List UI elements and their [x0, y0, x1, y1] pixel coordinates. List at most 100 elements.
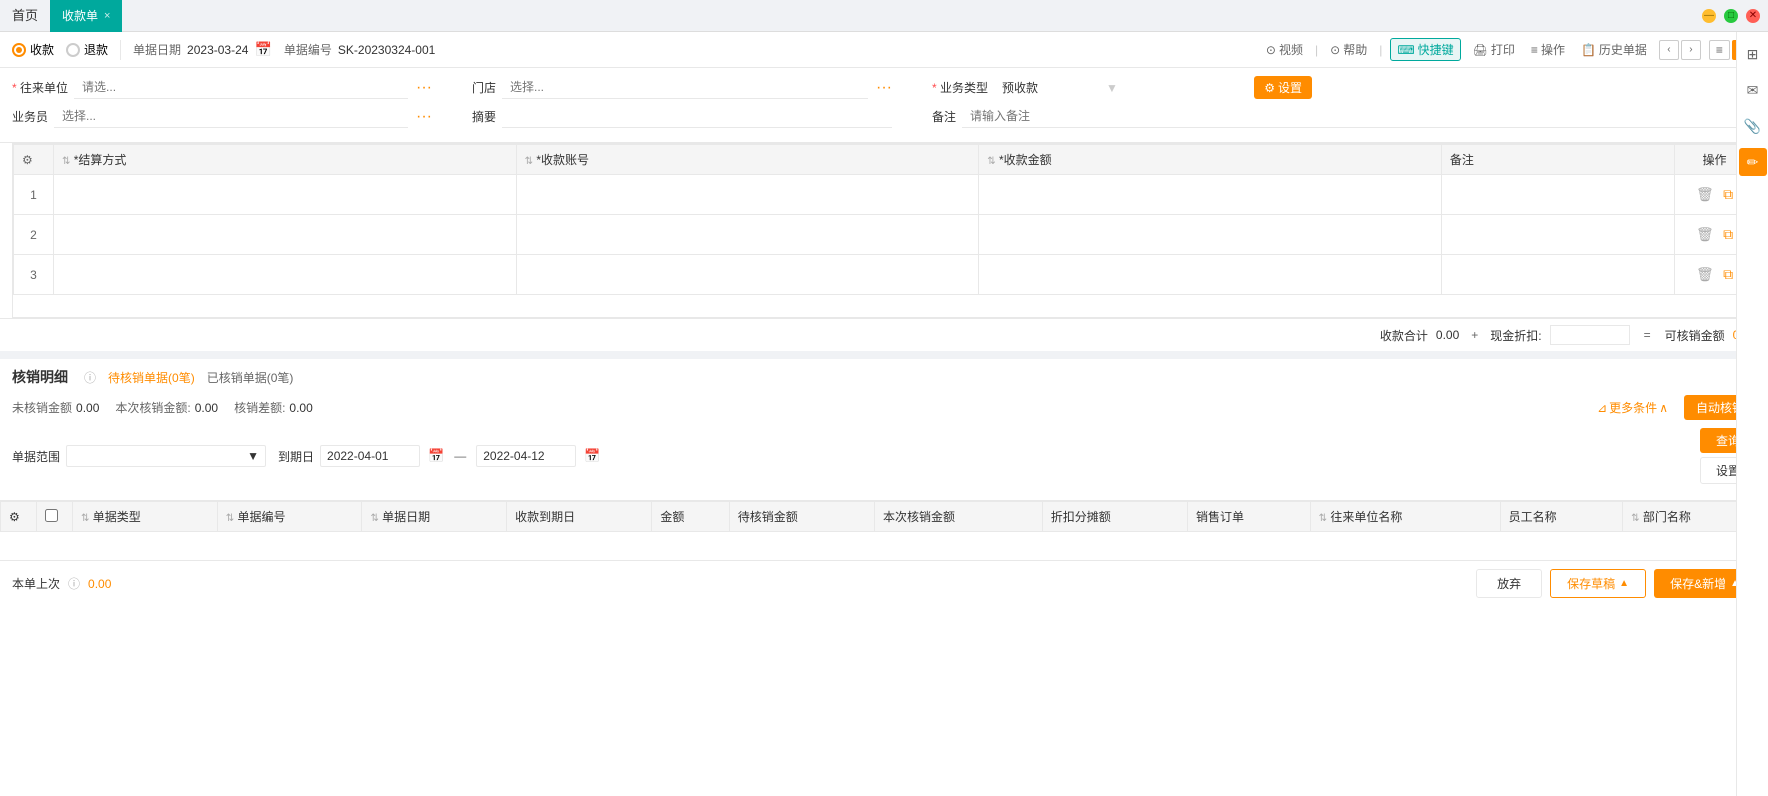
- table-gear-icon[interactable]: ⚙: [22, 153, 33, 167]
- row-delete-icon[interactable]: 🗑: [1696, 266, 1714, 282]
- next-btn[interactable]: ›: [1681, 40, 1701, 60]
- row-account[interactable]: [516, 215, 979, 255]
- filter-row: 单据范围 ▼ 到期日 📅 — 📅 查询 设置: [12, 428, 1756, 484]
- tab-receipt[interactable]: 收款单 ×: [50, 0, 122, 32]
- form-row-2: 业务员 ··· 摘要 备注: [12, 105, 1756, 128]
- select-all-checkbox[interactable]: [45, 509, 58, 522]
- row-settle[interactable]: [54, 255, 517, 295]
- shop-input-box[interactable]: [502, 76, 868, 99]
- row-amount[interactable]: [979, 215, 1442, 255]
- help-icon: ⊙: [1330, 43, 1340, 57]
- discount-input[interactable]: [1550, 325, 1630, 345]
- date-from-input[interactable]: [320, 445, 420, 467]
- writeoff-header: 核销明细 ⓘ 待核销单据(0笔) 已核销单据(0笔): [12, 367, 1756, 387]
- form-row-1: 往来单位 ··· 门店 ··· 业务类型 预收款: [12, 76, 1756, 99]
- bottom-table: ⚙ ⇅ 单据类型 ⇅ 单据编号 ⇅ 单据日期: [0, 501, 1768, 532]
- tab-home[interactable]: 首页: [0, 0, 50, 32]
- draft-button[interactable]: 保存草稿 ▲: [1550, 569, 1646, 598]
- row-copy-icon[interactable]: ⧉: [1723, 266, 1733, 282]
- staff-input-box[interactable]: [54, 105, 408, 128]
- window-maximize[interactable]: □: [1724, 9, 1738, 23]
- row-delete-icon[interactable]: 🗑: [1696, 226, 1714, 242]
- pending-tab-link[interactable]: 待核销单据(0笔): [108, 369, 195, 386]
- calendar-to-icon[interactable]: 📅: [584, 448, 600, 464]
- shortcut-btn[interactable]: ⌨ 快捷键: [1390, 38, 1460, 61]
- col-config: ⚙: [14, 145, 54, 175]
- partner-dots-btn[interactable]: ···: [416, 80, 432, 96]
- footer-info-icon[interactable]: ⓘ: [68, 575, 80, 592]
- row-settle[interactable]: [54, 175, 517, 215]
- more-conditions-btn[interactable]: ⊿ 更多条件 ∧: [1597, 399, 1668, 416]
- toolbar-right: ⊙ 视频 | ⊙ 帮助 | ⌨ 快捷键 🖨 打印 ≡ 操作 📋: [1262, 38, 1756, 61]
- number-value: SK-20230324-001: [338, 43, 435, 57]
- history-btn[interactable]: 📋 历史单据: [1577, 39, 1651, 60]
- staff-input[interactable]: [58, 107, 404, 125]
- range-label: 单据范围: [12, 448, 60, 465]
- col-settle-header: ⇅ *结算方式: [54, 145, 517, 175]
- video-btn[interactable]: ⊙ 视频: [1262, 39, 1307, 60]
- list-view-btn[interactable]: ≡: [1709, 40, 1730, 60]
- row-account[interactable]: [516, 175, 979, 215]
- biz-type-dropdown-icon[interactable]: ▼: [1106, 81, 1118, 95]
- partner-input[interactable]: [78, 78, 404, 96]
- window-minimize[interactable]: —: [1702, 9, 1716, 23]
- row-remark[interactable]: [1441, 215, 1674, 255]
- summary-input-box[interactable]: [502, 105, 892, 128]
- row-amount[interactable]: [979, 175, 1442, 215]
- settings-button[interactable]: ⚙ 设置: [1254, 76, 1312, 99]
- footer: 本单上次 ⓘ 0.00 放弃 保存草稿 ▲ 保存&新增 ▲: [0, 560, 1768, 606]
- row-copy-icon[interactable]: ⧉: [1723, 226, 1733, 242]
- col-remark-header: 备注: [1441, 145, 1674, 175]
- row-settle[interactable]: [54, 215, 517, 255]
- col-account-header: ⇅ *收款账号: [516, 145, 979, 175]
- remark-input[interactable]: [966, 107, 1752, 125]
- table-header-row: ⚙ ⇅ *结算方式 ⇅ *收款账号 ⇅ *收款金额 备注: [14, 145, 1755, 175]
- summary-input[interactable]: [506, 107, 888, 125]
- panel-edit-icon[interactable]: ✏: [1739, 148, 1767, 176]
- tab-close-icon[interactable]: ×: [104, 0, 110, 32]
- panel-table-icon[interactable]: ⊞: [1739, 40, 1767, 68]
- writeoff-title: 核销明细: [12, 367, 68, 387]
- date-to-input[interactable]: [476, 445, 576, 467]
- video-icon: ⊙: [1266, 43, 1276, 57]
- type-radio-group: 收款 退款: [12, 41, 108, 58]
- refund-radio[interactable]: 退款: [66, 41, 108, 58]
- row-account[interactable]: [516, 255, 979, 295]
- panel-attach-icon[interactable]: 📎: [1739, 112, 1767, 140]
- staff-dots-btn[interactable]: ···: [416, 109, 432, 125]
- number-field: 单据编号 SK-20230324-001: [284, 41, 435, 58]
- calendar-from-icon[interactable]: 📅: [428, 448, 444, 464]
- done-tab-link[interactable]: 已核销单据(0笔): [207, 369, 294, 386]
- row-remark[interactable]: [1441, 255, 1674, 295]
- writeoff-info-icon[interactable]: ⓘ: [84, 369, 96, 386]
- prev-btn[interactable]: ‹: [1659, 40, 1679, 60]
- tab-bar: 首页 收款单 × — □ ✕: [0, 0, 1768, 32]
- filter-icon: ⊿: [1597, 401, 1607, 415]
- remark-input-box[interactable]: [962, 105, 1756, 128]
- row-num: 1: [14, 175, 54, 215]
- col-amount-header: ⇅ *收款金额: [979, 145, 1442, 175]
- range-select[interactable]: ▼: [66, 445, 266, 467]
- print-btn[interactable]: 🖨 打印: [1469, 39, 1519, 60]
- calendar-icon[interactable]: 📅: [254, 41, 271, 58]
- shop-input[interactable]: [506, 78, 864, 96]
- abandon-button[interactable]: 放弃: [1476, 569, 1542, 598]
- date-label: 单据日期: [133, 41, 181, 58]
- row-remark[interactable]: [1441, 175, 1674, 215]
- number-label: 单据编号: [284, 41, 332, 58]
- partner-input-box[interactable]: [74, 76, 408, 99]
- range-field: 单据范围 ▼: [12, 445, 266, 467]
- panel-mail-icon[interactable]: ✉: [1739, 76, 1767, 104]
- window-close[interactable]: ✕: [1746, 9, 1760, 23]
- bottom-col-type: ⇅ 单据类型: [73, 502, 218, 532]
- date-dash: —: [454, 449, 466, 463]
- table-gear-icon2[interactable]: ⚙: [9, 510, 20, 524]
- row-delete-icon[interactable]: 🗑: [1696, 186, 1714, 202]
- shop-dots-btn[interactable]: ···: [876, 80, 892, 96]
- help-btn[interactable]: ⊙ 帮助: [1326, 39, 1371, 60]
- row-amount[interactable]: [979, 255, 1442, 295]
- bottom-col-discount: 折扣分摊额: [1042, 502, 1187, 532]
- row-copy-icon[interactable]: ⧉: [1723, 186, 1733, 202]
- receipt-radio[interactable]: 收款: [12, 41, 54, 58]
- ops-btn[interactable]: ≡ 操作: [1527, 39, 1569, 60]
